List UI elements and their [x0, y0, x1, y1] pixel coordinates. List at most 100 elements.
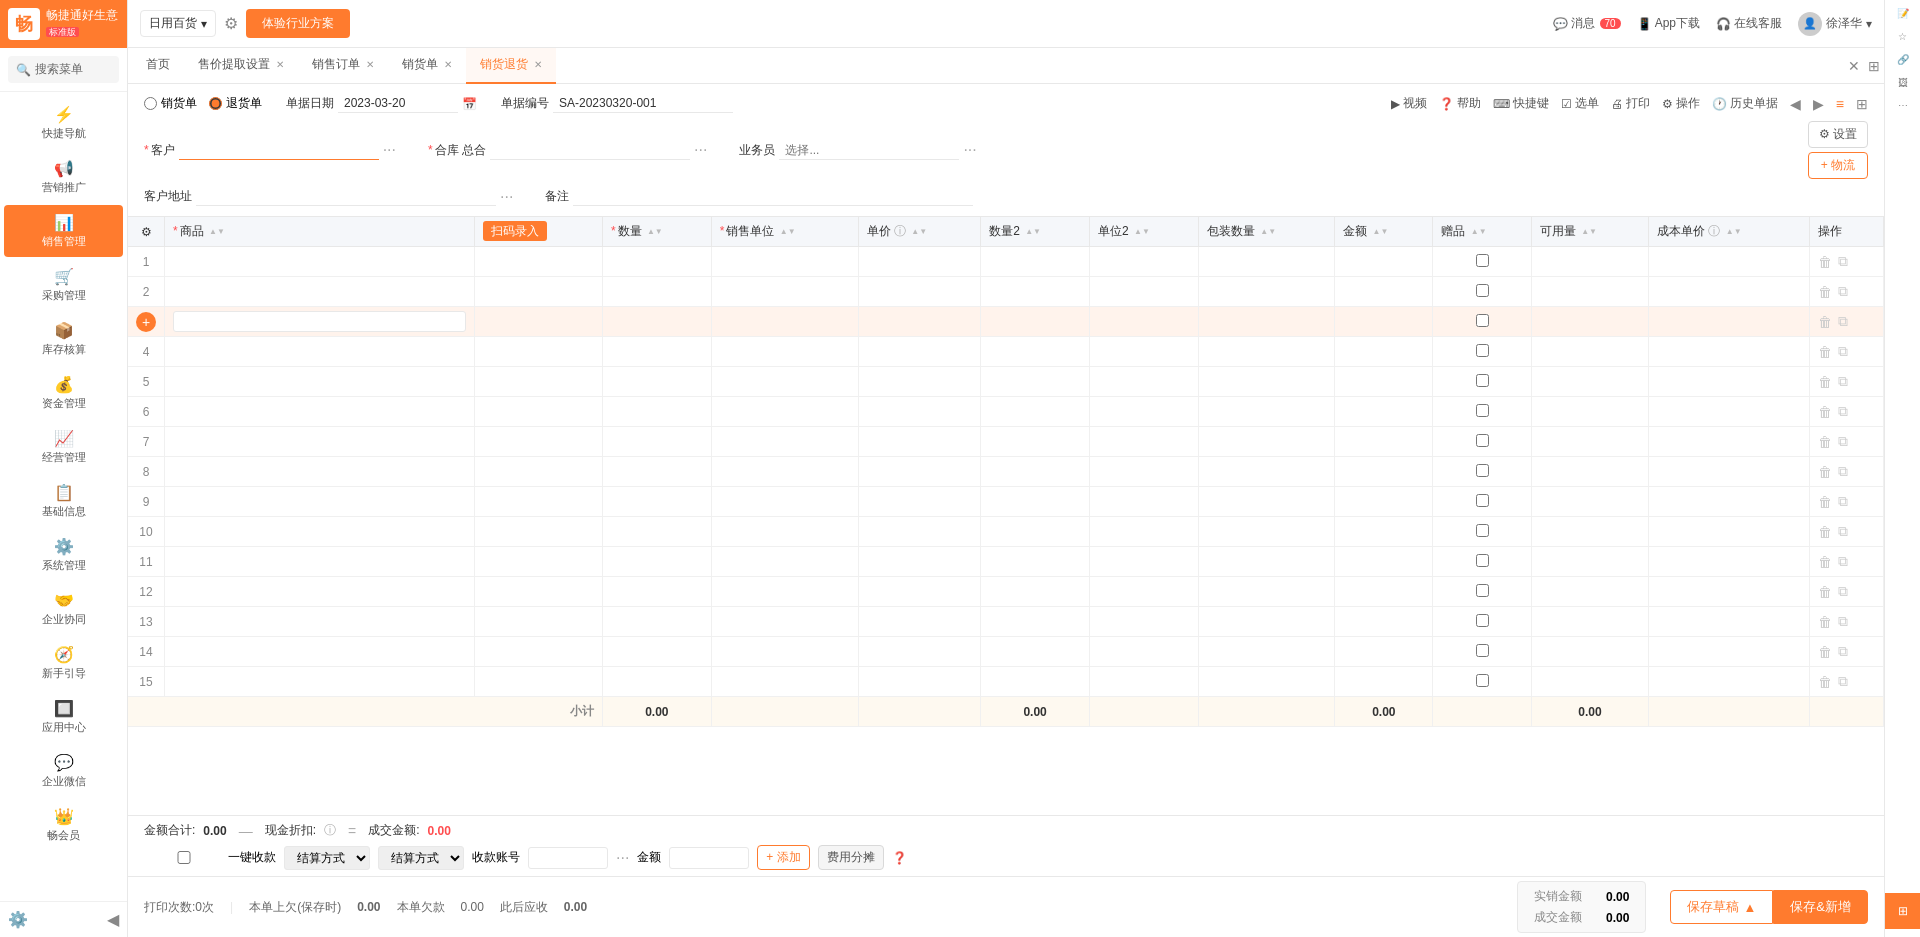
row-quantity[interactable]	[602, 247, 711, 277]
row-copy-icon[interactable]: ⧉	[1838, 373, 1848, 390]
row-unit2[interactable]	[1090, 277, 1199, 307]
one-click-receive-checkbox[interactable]	[144, 851, 224, 864]
row-sales-unit[interactable]	[711, 277, 858, 307]
row-product-input[interactable]	[165, 307, 475, 337]
row-copy-icon[interactable]: ⧉	[1838, 523, 1848, 540]
sidebar-item-apps[interactable]: 🔲 应用中心	[4, 691, 123, 743]
qty-sort-icon[interactable]: ▲▼	[647, 228, 663, 236]
online-service-button[interactable]: 🎧 在线客服	[1716, 15, 1782, 32]
row-delete-icon[interactable]: 🗑	[1818, 464, 1832, 480]
row-copy-icon[interactable]: ⧉	[1838, 403, 1848, 420]
avail-sort-icon[interactable]: ▲▼	[1581, 228, 1597, 236]
warehouse-input[interactable]	[490, 141, 690, 160]
row-amount[interactable]	[1335, 277, 1433, 307]
row-delete-icon[interactable]: 🗑	[1818, 554, 1832, 570]
sidebar-item-sales[interactable]: 📊 销售管理	[4, 205, 123, 257]
category-select[interactable]: 日用百货 ▾	[140, 10, 216, 37]
tab-close-all-icon[interactable]: ✕	[1848, 58, 1860, 74]
price-sort-icon[interactable]: ▲▼	[911, 228, 927, 236]
row-qty2[interactable]	[981, 277, 1090, 307]
row-delete-icon[interactable]: 🗑	[1818, 494, 1832, 510]
select-action[interactable]: ☑ 选单	[1561, 95, 1599, 112]
right-panel-item-star[interactable]: ☆	[1898, 31, 1907, 42]
unit-price-info-icon[interactable]: ⓘ	[894, 224, 906, 238]
sidebar-item-system[interactable]: ⚙️ 系统管理	[4, 529, 123, 581]
operate-action[interactable]: ⚙ 操作	[1662, 95, 1700, 112]
add-payment-button[interactable]: + 添加	[757, 845, 809, 870]
row-cost-unit[interactable]	[1649, 247, 1810, 277]
row-copy-icon[interactable]: ⧉	[1838, 613, 1848, 630]
sidebar-item-marketing[interactable]: 📢 营销推广	[4, 151, 123, 203]
sidebar-item-purchase[interactable]: 🛒 采购管理	[4, 259, 123, 311]
right-panel-active-item[interactable]: ⊞	[1885, 893, 1921, 929]
sidebar-item-operations[interactable]: 📈 经营管理	[4, 421, 123, 473]
sidebar-item-enterprise[interactable]: 🤝 企业协同	[4, 583, 123, 635]
row-amount[interactable]	[1335, 247, 1433, 277]
sidebar-item-shortcut[interactable]: ⚡ 快捷导航	[4, 97, 123, 149]
row-delete-icon[interactable]: 🗑	[1818, 344, 1832, 360]
row-delete-icon[interactable]: 🗑	[1818, 674, 1832, 690]
row-quantity[interactable]	[602, 277, 711, 307]
right-panel-item-link[interactable]: 🔗	[1897, 54, 1909, 65]
row-delete-icon[interactable]: 🗑	[1818, 614, 1832, 630]
tab-close-sales-return[interactable]: ✕	[534, 59, 542, 70]
address-input[interactable]	[196, 187, 496, 206]
row-unit-price[interactable]	[858, 247, 981, 277]
messages-button[interactable]: 💬 消息 70	[1553, 15, 1621, 32]
settings-side-button[interactable]: ⚙ 设置	[1808, 121, 1868, 148]
help-action[interactable]: ❓ 帮助	[1439, 95, 1481, 112]
gift-sort-icon[interactable]: ▲▼	[1471, 228, 1487, 236]
tab-close-sales-delivery[interactable]: ✕	[444, 59, 452, 70]
expense-split-button[interactable]: 费用分摊	[818, 845, 884, 870]
tab-grid-icon[interactable]: ⊞	[1868, 58, 1880, 74]
warehouse-dots-icon[interactable]: ···	[694, 141, 707, 159]
th-barcode[interactable]: 扫码录入	[474, 217, 602, 247]
staff-dots-icon[interactable]: ···	[963, 141, 976, 159]
topbar-settings-icon[interactable]: ⚙	[224, 14, 238, 33]
right-panel-item-photo[interactable]: 🖼	[1898, 77, 1908, 88]
tab-sales-delivery[interactable]: 销货单 ✕	[388, 48, 466, 84]
row-delete-icon[interactable]: 🗑	[1818, 434, 1832, 450]
cost-sort-icon[interactable]: ▲▼	[1726, 228, 1742, 236]
radio-delivery[interactable]	[144, 97, 157, 110]
trial-plan-button[interactable]: 体验行业方案	[246, 9, 350, 38]
row-pkg-qty[interactable]	[1198, 277, 1334, 307]
th-settings[interactable]: ⚙	[128, 217, 165, 247]
row-copy-icon[interactable]: ⧉	[1838, 583, 1848, 600]
settlement-method-select[interactable]: 结算方式	[284, 846, 370, 870]
row-delete-icon[interactable]: 🗑	[1818, 374, 1832, 390]
unit2-sort-icon[interactable]: ▲▼	[1134, 228, 1150, 236]
logistics-button[interactable]: + 物流	[1808, 152, 1868, 179]
radio-delivery-label[interactable]: 销货单	[144, 95, 197, 112]
row-gift[interactable]	[1433, 277, 1531, 307]
shortcut-action[interactable]: ⌨ 快捷键	[1493, 95, 1549, 112]
tab-close-price-settings[interactable]: ✕	[276, 59, 284, 70]
row-product[interactable]	[165, 247, 475, 277]
search-menu-button[interactable]: 🔍 搜索菜单	[8, 56, 119, 83]
app-download-button[interactable]: 📱 App下载	[1637, 15, 1700, 32]
calendar-icon[interactable]: 📅	[462, 97, 477, 111]
row-qty2[interactable]	[981, 247, 1090, 277]
tab-price-settings[interactable]: 售价提取设置 ✕	[184, 48, 298, 84]
discount-info-icon[interactable]: ⓘ	[324, 822, 336, 839]
print-action[interactable]: 🖨 打印	[1611, 95, 1650, 112]
tab-sales-return[interactable]: 销货退货 ✕	[466, 48, 556, 84]
row-copy-icon[interactable]: ⧉	[1838, 433, 1848, 450]
tab-close-sales-order[interactable]: ✕	[366, 59, 374, 70]
pkg-sort-icon[interactable]: ▲▼	[1260, 228, 1276, 236]
row-cost-unit[interactable]	[1649, 277, 1810, 307]
row-copy-icon[interactable]: ⧉	[1838, 643, 1848, 660]
account-dots-icon[interactable]: ···	[616, 849, 629, 867]
right-panel-item-note[interactable]: 📝	[1897, 8, 1909, 19]
row-unit2[interactable]	[1090, 247, 1199, 277]
row-product[interactable]	[165, 277, 475, 307]
sidebar-collapse-icon[interactable]: ◀	[107, 910, 119, 929]
row-pkg-qty[interactable]	[1198, 247, 1334, 277]
sidebar-item-basic[interactable]: 📋 基础信息	[4, 475, 123, 527]
amount-sort-icon[interactable]: ▲▼	[1373, 228, 1389, 236]
row-delete-icon[interactable]: 🗑	[1818, 524, 1832, 540]
right-panel-item-more[interactable]: ⋯	[1898, 100, 1908, 111]
tab-home[interactable]: 首页	[132, 48, 184, 84]
qty2-sort-icon[interactable]: ▲▼	[1025, 228, 1041, 236]
staff-input[interactable]	[779, 141, 959, 160]
